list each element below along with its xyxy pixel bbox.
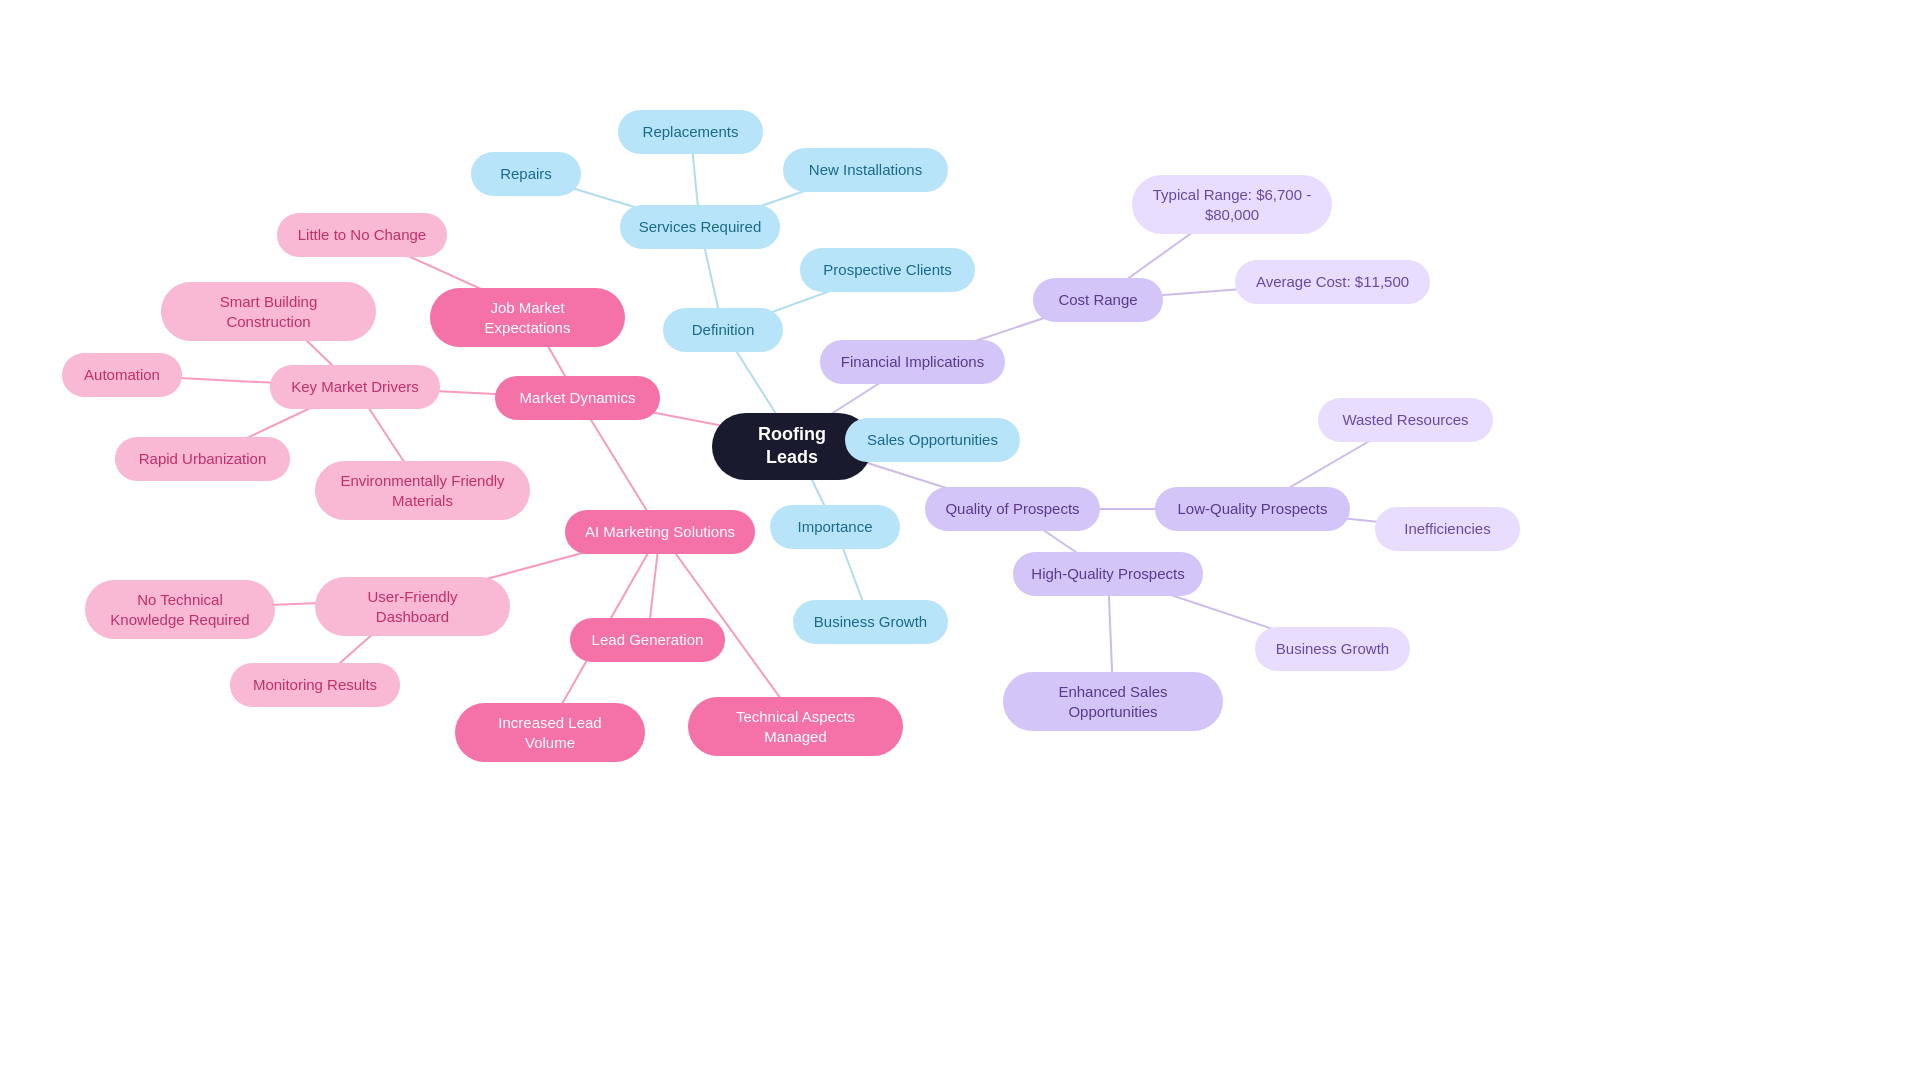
financialImplications-node: Financial Implications [820, 340, 1005, 384]
replacements-node: Replacements [618, 110, 763, 154]
lowQualityProspects-node: Low-Quality Prospects [1155, 487, 1350, 531]
connections-svg [0, 0, 1920, 1083]
rapidUrbanization-node: Rapid Urbanization [115, 437, 290, 481]
littleToNoChange-node: Little to No Change [277, 213, 447, 257]
noTechnicalKnowledge-node: No Technical Knowledge Required [85, 580, 275, 639]
monitoringResults-node: Monitoring Results [230, 663, 400, 707]
definition-node: Definition [663, 308, 783, 352]
userFriendlyDashboard-node: User-Friendly Dashboard [315, 577, 510, 636]
wastedResources-node: Wasted Resources [1318, 398, 1493, 442]
leadGeneration-node: Lead Generation [570, 618, 725, 662]
newInstallations-node: New Installations [783, 148, 948, 192]
importance-node: Importance [770, 505, 900, 549]
environmentallyFriendlyMaterials-node: Environmentally Friendly Materials [315, 461, 530, 520]
qualityOfProspects-node: Quality of Prospects [925, 487, 1100, 531]
jobMarketExpectations-node: Job Market Expectations [430, 288, 625, 347]
businessGrowthBlue-node: Business Growth [793, 600, 948, 644]
technicalAspectsManaged-node: Technical Aspects Managed [688, 697, 903, 756]
smartBuildingConstruction-node: Smart Building Construction [161, 282, 376, 341]
prospectiveClients-node: Prospective Clients [800, 248, 975, 292]
increasedLeadVolume-node: Increased Lead Volume [455, 703, 645, 762]
salesOpportunities-node: Sales Opportunities [845, 418, 1020, 462]
typicalRange-node: Typical Range: $6,700 - $80,000 [1132, 175, 1332, 234]
aiMarketingSolutions-node: AI Marketing Solutions [565, 510, 755, 554]
costRange-node: Cost Range [1033, 278, 1163, 322]
businessGrowthPurple-node: Business Growth [1255, 627, 1410, 671]
inefficiencies-node: Inefficiencies [1375, 507, 1520, 551]
marketDynamics-node: Market Dynamics [495, 376, 660, 420]
servicesRequired-node: Services Required [620, 205, 780, 249]
averageCost-node: Average Cost: $11,500 [1235, 260, 1430, 304]
enhancedSalesOpportunities-node: Enhanced Sales Opportunities [1003, 672, 1223, 731]
highQualityProspects-node: High-Quality Prospects [1013, 552, 1203, 596]
repairs-node: Repairs [471, 152, 581, 196]
automation-node: Automation [62, 353, 182, 397]
keyMarketDrivers-node: Key Market Drivers [270, 365, 440, 409]
